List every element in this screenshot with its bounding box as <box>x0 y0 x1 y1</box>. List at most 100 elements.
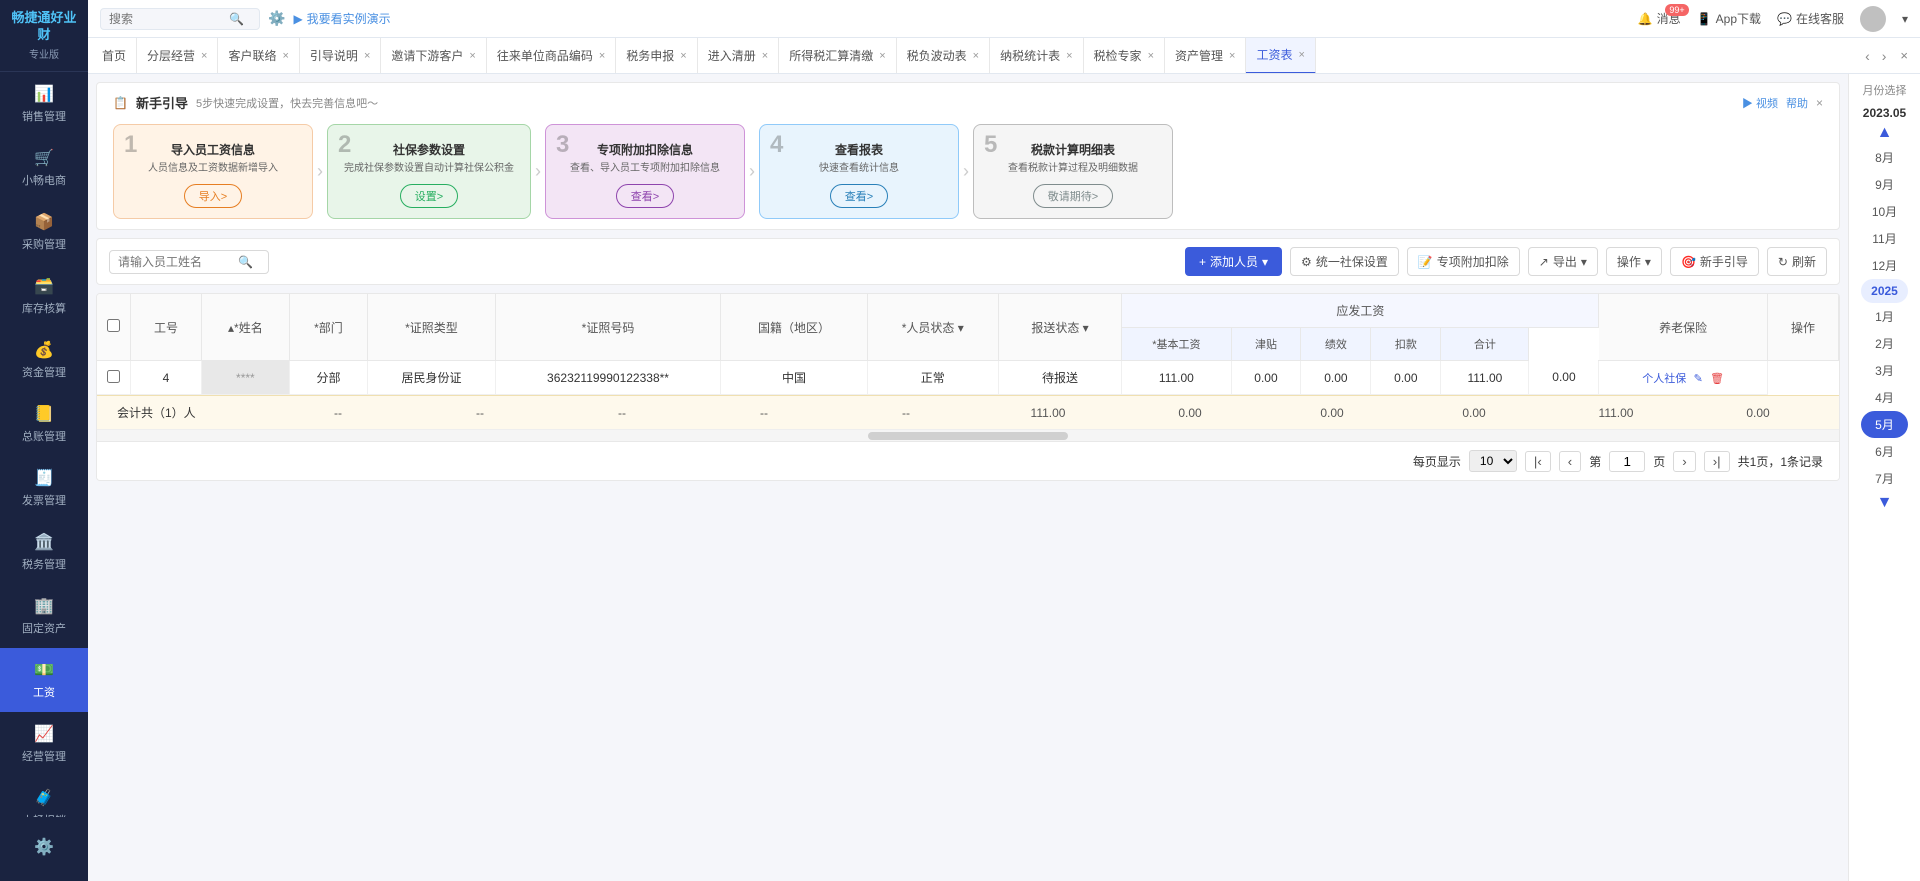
tab-close-all-btn[interactable]: × <box>1892 48 1916 63</box>
app-download-btn[interactable]: 📱 App下载 <box>1697 10 1761 27</box>
next-page-btn[interactable]: › <box>1673 451 1695 472</box>
sidebar-item-invoice[interactable]: 🧾 发票管理 <box>0 456 88 520</box>
tab-close-tax_refund[interactable]: × <box>973 50 979 62</box>
online-service-btn[interactable]: 💬 在线客服 <box>1777 10 1844 27</box>
new-guide-btn[interactable]: 🎯 新手引导 <box>1670 247 1759 276</box>
prev-page-btn[interactable]: ‹ <box>1559 451 1581 472</box>
month-up-btn[interactable]: ▲ <box>1875 122 1895 144</box>
month-item-2[interactable]: 2月 <box>1861 330 1908 357</box>
month-item-5[interactable]: 5月 <box>1861 411 1908 438</box>
tab-close-customer[interactable]: × <box>282 50 288 62</box>
refresh-btn[interactable]: ↻ 刷新 <box>1767 247 1827 276</box>
month-item-12[interactable]: 12月 <box>1861 252 1908 279</box>
sidebar-item-settings[interactable]: ⚙️ <box>30 829 58 869</box>
tab-tax_stat[interactable]: 纳税统计表× <box>990 38 1083 74</box>
tab-close-asset_mgmt[interactable]: × <box>1229 50 1235 62</box>
sidebar-item-inventory[interactable]: 🗃️ 库存核算 <box>0 264 88 328</box>
month-item-6[interactable]: 6月 <box>1861 438 1908 465</box>
export-btn[interactable]: ↗ 导出 ▾ <box>1528 247 1598 276</box>
step-btn-2[interactable]: 设置> <box>400 184 458 208</box>
op-edit-icon[interactable]: ✎ <box>1694 373 1703 385</box>
month-item-11[interactable]: 11月 <box>1861 225 1908 252</box>
user-avatar[interactable] <box>1860 6 1886 32</box>
footer-pension-total: 0.00 <box>1687 406 1829 420</box>
op-social-link[interactable]: 个人社保 <box>1642 373 1686 385</box>
tab-tax_report[interactable]: 税务申报× <box>616 38 697 74</box>
first-page-btn[interactable]: |‹ <box>1525 451 1551 472</box>
month-item-4[interactable]: 4月 <box>1861 384 1908 411</box>
tab-tax_refund[interactable]: 税负波动表× <box>897 38 990 74</box>
tab-close-tax_stat[interactable]: × <box>1066 50 1072 62</box>
select-all-checkbox[interactable] <box>107 319 120 332</box>
topbar-search-input[interactable] <box>109 12 229 26</box>
topbar-search-box[interactable]: 🔍 <box>100 8 260 30</box>
sidebar-item-assets[interactable]: 🏢 固定资产 <box>0 584 88 648</box>
step-btn-5[interactable]: 敬请期待> <box>1033 184 1113 208</box>
tab-home[interactable]: 首页 <box>92 38 137 74</box>
tab-asset_mgmt[interactable]: 资产管理× <box>1165 38 1246 74</box>
sidebar-item-salary[interactable]: 💵 工资 <box>0 648 88 712</box>
tab-guide_tab[interactable]: 引导说明× <box>300 38 381 74</box>
employee-search-box[interactable]: 🔍 <box>109 250 269 274</box>
tab-close-product_code[interactable]: × <box>599 50 605 62</box>
tab-tax_expert[interactable]: 税检专家× <box>1084 38 1165 74</box>
step-arrow-1: › <box>317 161 323 182</box>
footer-performance-total: 0.00 <box>1261 406 1403 420</box>
month-item-7[interactable]: 7月 <box>1861 465 1908 492</box>
guide-close-btn[interactable]: × <box>1816 96 1823 110</box>
guide-help-btn[interactable]: 帮助 <box>1786 95 1808 111</box>
tab-tax_calc[interactable]: 所得税汇算清缴× <box>779 38 896 74</box>
month-item-10[interactable]: 10月 <box>1861 198 1908 225</box>
sidebar-item-sales[interactable]: 📊 销售管理 <box>0 72 88 136</box>
tab-close-guide_tab[interactable]: × <box>364 50 370 62</box>
horizontal-scrollbar[interactable] <box>97 429 1839 441</box>
month-item-1[interactable]: 1月 <box>1861 303 1908 330</box>
footer-dash1: -- <box>267 406 409 420</box>
tab-prev-btn[interactable]: ‹ <box>1859 48 1876 64</box>
unified-settings-btn[interactable]: ⚙ 统一社保设置 <box>1290 247 1399 276</box>
tab-close-salary_tab[interactable]: × <box>1298 49 1304 61</box>
page-number-input[interactable] <box>1609 451 1645 472</box>
sidebar-item-tax[interactable]: 🏛️ 税务管理 <box>0 520 88 584</box>
tab-invite[interactable]: 邀请下游客户× <box>381 38 486 74</box>
tab-close-clearance[interactable]: × <box>762 50 768 62</box>
user-name-btn[interactable]: ▾ <box>1902 12 1908 26</box>
topbar-gear-icon[interactable]: ⚙️ <box>268 10 285 27</box>
sidebar-item-ecommerce[interactable]: 🛒 小畅电商 <box>0 136 88 200</box>
special-deduction-btn[interactable]: 📝 专项附加扣除 <box>1407 247 1520 276</box>
step-btn-4[interactable]: 查看> <box>830 184 888 208</box>
tab-partition[interactable]: 分层经营× <box>137 38 218 74</box>
op-delete-icon[interactable]: 🗑 <box>1710 373 1724 385</box>
last-page-btn[interactable]: ›| <box>1704 451 1730 472</box>
step-btn-3[interactable]: 查看> <box>616 184 674 208</box>
tab-close-tax_report[interactable]: × <box>680 50 686 62</box>
row-checkbox[interactable] <box>107 370 120 383</box>
sidebar-item-marketing[interactable]: 🧳 小畅报销 <box>0 776 88 817</box>
sidebar-item-finance[interactable]: 💰 资金管理 <box>0 328 88 392</box>
sidebar-item-operations[interactable]: 📈 经营管理 <box>0 712 88 776</box>
tab-product_code[interactable]: 往来单位商品编码× <box>487 38 616 74</box>
operations-btn[interactable]: 操作 ▾ <box>1606 247 1662 276</box>
message-btn[interactable]: 🔔 消息 99+ <box>1638 10 1681 27</box>
step-btn-1[interactable]: 导入> <box>184 184 242 208</box>
tab-close-tax_calc[interactable]: × <box>879 50 885 62</box>
month-item-year2025[interactable]: 2025 <box>1861 279 1908 303</box>
sidebar-item-purchase[interactable]: 📦 采购管理 <box>0 200 88 264</box>
page-size-select[interactable]: 10 20 50 <box>1469 450 1517 472</box>
month-down-btn[interactable]: ▼ <box>1875 492 1895 514</box>
tab-close-partition[interactable]: × <box>201 50 207 62</box>
topbar-demo-btn[interactable]: ▶ 我要看实例演示 <box>293 10 390 27</box>
guide-video-btn[interactable]: ▶ 视频 <box>1742 95 1778 111</box>
tab-close-invite[interactable]: × <box>469 50 475 62</box>
month-item-8[interactable]: 8月 <box>1861 144 1908 171</box>
sidebar-item-ledger[interactable]: 📒 总账管理 <box>0 392 88 456</box>
add-employee-btn[interactable]: + 添加人员 ▾ <box>1185 247 1282 276</box>
employee-search-input[interactable] <box>118 255 238 269</box>
month-item-3[interactable]: 3月 <box>1861 357 1908 384</box>
month-item-9[interactable]: 9月 <box>1861 171 1908 198</box>
tab-clearance[interactable]: 进入清册× <box>698 38 779 74</box>
tab-next-btn[interactable]: › <box>1876 48 1893 64</box>
tab-salary_tab[interactable]: 工资表× <box>1246 38 1315 74</box>
tab-close-tax_expert[interactable]: × <box>1148 50 1154 62</box>
tab-customer[interactable]: 客户联络× <box>218 38 299 74</box>
